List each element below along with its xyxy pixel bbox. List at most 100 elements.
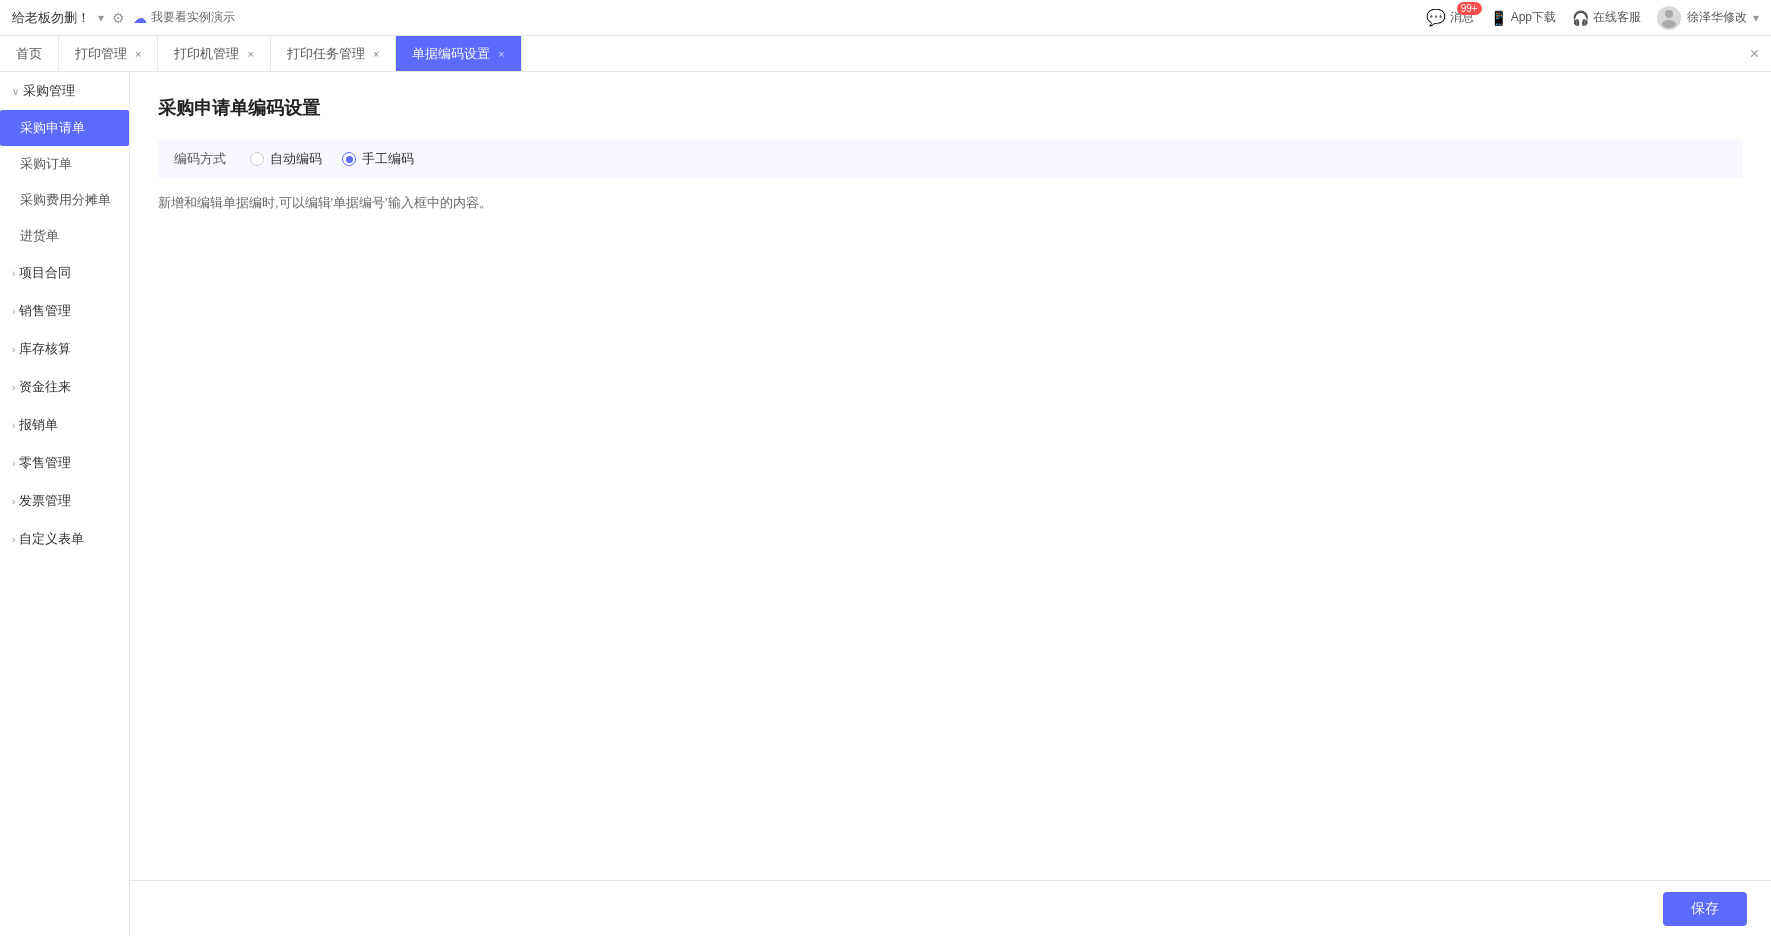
auto-code-radio[interactable] [250,152,264,166]
sidebar-group-inventory-header[interactable]: › 库存核算 [0,330,129,368]
sidebar-group-returns-label: 报销单 [19,416,58,434]
avatar [1657,6,1681,30]
content-body: 采购申请单编码设置 编码方式 自动编码 手工编码 新增和编辑单据编时,可以编辑'… [130,72,1771,880]
manual-code-radio[interactable] [342,152,356,166]
sidebar-group-finance: › 资金往来 [0,368,129,406]
message-icon: 💬 [1426,8,1446,27]
tab-barcode-setting-label: 单据编码设置 [412,45,490,63]
demo-text[interactable]: 我要看实例演示 [151,9,235,26]
brand-dropdown-icon[interactable]: ▾ [98,11,104,25]
settings-icon[interactable]: ⚙ [112,10,125,26]
sidebar-group-finance-header[interactable]: › 资金往来 [0,368,129,406]
sidebar-item-purchase-inbound-label: 进货单 [20,228,59,243]
description-text: 新增和编辑单据编时,可以编辑'单据编号'输入框中的内容。 [158,194,1743,212]
sidebar-item-purchase-expense-label: 采购费用分摊单 [20,192,111,207]
custom-forms-arrow-icon: › [12,534,15,545]
app-icon: 📱 [1490,10,1507,26]
retail-arrow-icon: › [12,458,15,469]
sidebar-group-custom-forms-header[interactable]: › 自定义表单 [0,520,129,558]
tab-printer-mgmt[interactable]: 打印机管理 × [158,36,270,71]
auto-code-option[interactable]: 自动编码 [250,150,322,168]
returns-arrow-icon: › [12,420,15,431]
coding-method-label: 编码方式 [174,150,226,168]
tab-print-mgmt[interactable]: 打印管理 × [59,36,158,71]
auto-code-label: 自动编码 [270,150,322,168]
sidebar-group-invoice-label: 发票管理 [19,492,71,510]
service-icon: 🎧 [1572,10,1589,26]
cloud-icon: ☁ [133,10,147,26]
sidebar-item-purchase-expense[interactable]: 采购费用分摊单 [0,182,129,218]
tab-barcode-setting-close[interactable]: × [498,48,504,60]
sidebar-group-custom-forms-label: 自定义表单 [19,530,84,548]
content-footer: 保存 [130,880,1771,936]
tab-print-task-label: 打印任务管理 [287,45,365,63]
tab-home-label: 首页 [16,45,42,63]
sidebar-group-finance-label: 资金往来 [19,378,71,396]
tab-bar-global-close[interactable]: × [1738,36,1771,71]
svg-point-1 [1662,20,1676,28]
sidebar-item-purchase-order-label: 采购申请单 [20,120,85,135]
user-name: 徐泽华修改 [1687,9,1747,26]
finance-arrow-icon: › [12,382,15,393]
tab-bar: 首页 打印管理 × 打印机管理 × 打印任务管理 × 单据编码设置 × × [0,36,1771,72]
manual-code-label: 手工编码 [362,150,414,168]
sidebar-group-custom-forms: › 自定义表单 [0,520,129,558]
sidebar-item-purchase-bill[interactable]: 采购订单 [0,146,129,182]
sidebar-group-returns-header[interactable]: › 报销单 [0,406,129,444]
invoice-arrow-icon: › [12,496,15,507]
sidebar-group-purchase: ∨ 采购管理 采购申请单 采购订单 采购费用分摊单 进货单 [0,72,129,254]
appdown-button[interactable]: 📱 App下载 [1490,9,1556,26]
sidebar-item-purchase-order[interactable]: 采购申请单 [0,110,129,146]
main-layout: ∨ 采购管理 采购申请单 采购订单 采购费用分摊单 进货单 › 项目合同 [0,72,1771,936]
sidebar-item-purchase-inbound[interactable]: 进货单 [0,218,129,254]
sidebar-group-returns: › 报销单 [0,406,129,444]
page-title: 采购申请单编码设置 [158,96,1743,120]
sidebar-item-purchase-bill-label: 采购订单 [20,156,72,171]
top-bar-right: 💬 消息 99+ 📱 App下载 🎧 在线客服 徐泽华修改 ▾ [1426,6,1759,30]
inventory-arrow-icon: › [12,344,15,355]
project-arrow-icon: › [12,268,15,279]
sidebar-group-inventory-label: 库存核算 [19,340,71,358]
sidebar-group-retail: › 零售管理 [0,444,129,482]
demo-area: ☁ 我要看实例演示 [133,9,235,26]
tab-barcode-setting[interactable]: 单据编码设置 × [396,36,521,71]
sidebar-group-invoice: › 发票管理 [0,482,129,520]
user-dropdown-icon[interactable]: ▾ [1753,11,1759,25]
sidebar-group-retail-label: 零售管理 [19,454,71,472]
coding-method-row: 编码方式 自动编码 手工编码 [158,140,1743,178]
purchase-arrow-icon: ∨ [12,86,19,97]
sidebar-group-sales: › 销售管理 [0,292,129,330]
sidebar-group-inventory: › 库存核算 [0,330,129,368]
tab-print-task[interactable]: 打印任务管理 × [271,36,396,71]
svg-point-0 [1665,10,1673,18]
sidebar-group-retail-header[interactable]: › 零售管理 [0,444,129,482]
brand-text: 给老板勿删！ [12,9,90,27]
service-label: 在线客服 [1593,9,1641,26]
sidebar-group-project-header[interactable]: › 项目合同 [0,254,129,292]
sidebar-group-purchase-label: 采购管理 [23,82,75,100]
message-button[interactable]: 💬 消息 99+ [1426,8,1474,27]
sidebar: ∨ 采购管理 采购申请单 采购订单 采购费用分摊单 进货单 › 项目合同 [0,72,130,936]
save-button[interactable]: 保存 [1663,892,1747,926]
tab-print-task-close[interactable]: × [373,48,379,60]
sales-arrow-icon: › [12,306,15,317]
sidebar-group-purchase-header[interactable]: ∨ 采购管理 [0,72,129,110]
radio-group: 自动编码 手工编码 [250,150,414,168]
tab-home[interactable]: 首页 [0,36,59,71]
user-info[interactable]: 徐泽华修改 ▾ [1657,6,1759,30]
message-badge: 99+ [1457,2,1482,15]
appdown-label: App下载 [1511,9,1556,26]
sidebar-group-sales-header[interactable]: › 销售管理 [0,292,129,330]
sidebar-group-project-label: 项目合同 [19,264,71,282]
tab-print-mgmt-label: 打印管理 [75,45,127,63]
tab-printer-mgmt-close[interactable]: × [247,48,253,60]
top-bar: 给老板勿删！ ▾ ⚙ ☁ 我要看实例演示 💬 消息 99+ 📱 App下载 🎧 … [0,0,1771,36]
sidebar-group-project: › 项目合同 [0,254,129,292]
manual-code-option[interactable]: 手工编码 [342,150,414,168]
sidebar-group-sales-label: 销售管理 [19,302,71,320]
tab-printer-mgmt-label: 打印机管理 [174,45,239,63]
top-bar-left: 给老板勿删！ ▾ ⚙ ☁ 我要看实例演示 [12,9,235,27]
tab-print-mgmt-close[interactable]: × [135,48,141,60]
service-button[interactable]: 🎧 在线客服 [1572,9,1641,26]
sidebar-group-invoice-header[interactable]: › 发票管理 [0,482,129,520]
